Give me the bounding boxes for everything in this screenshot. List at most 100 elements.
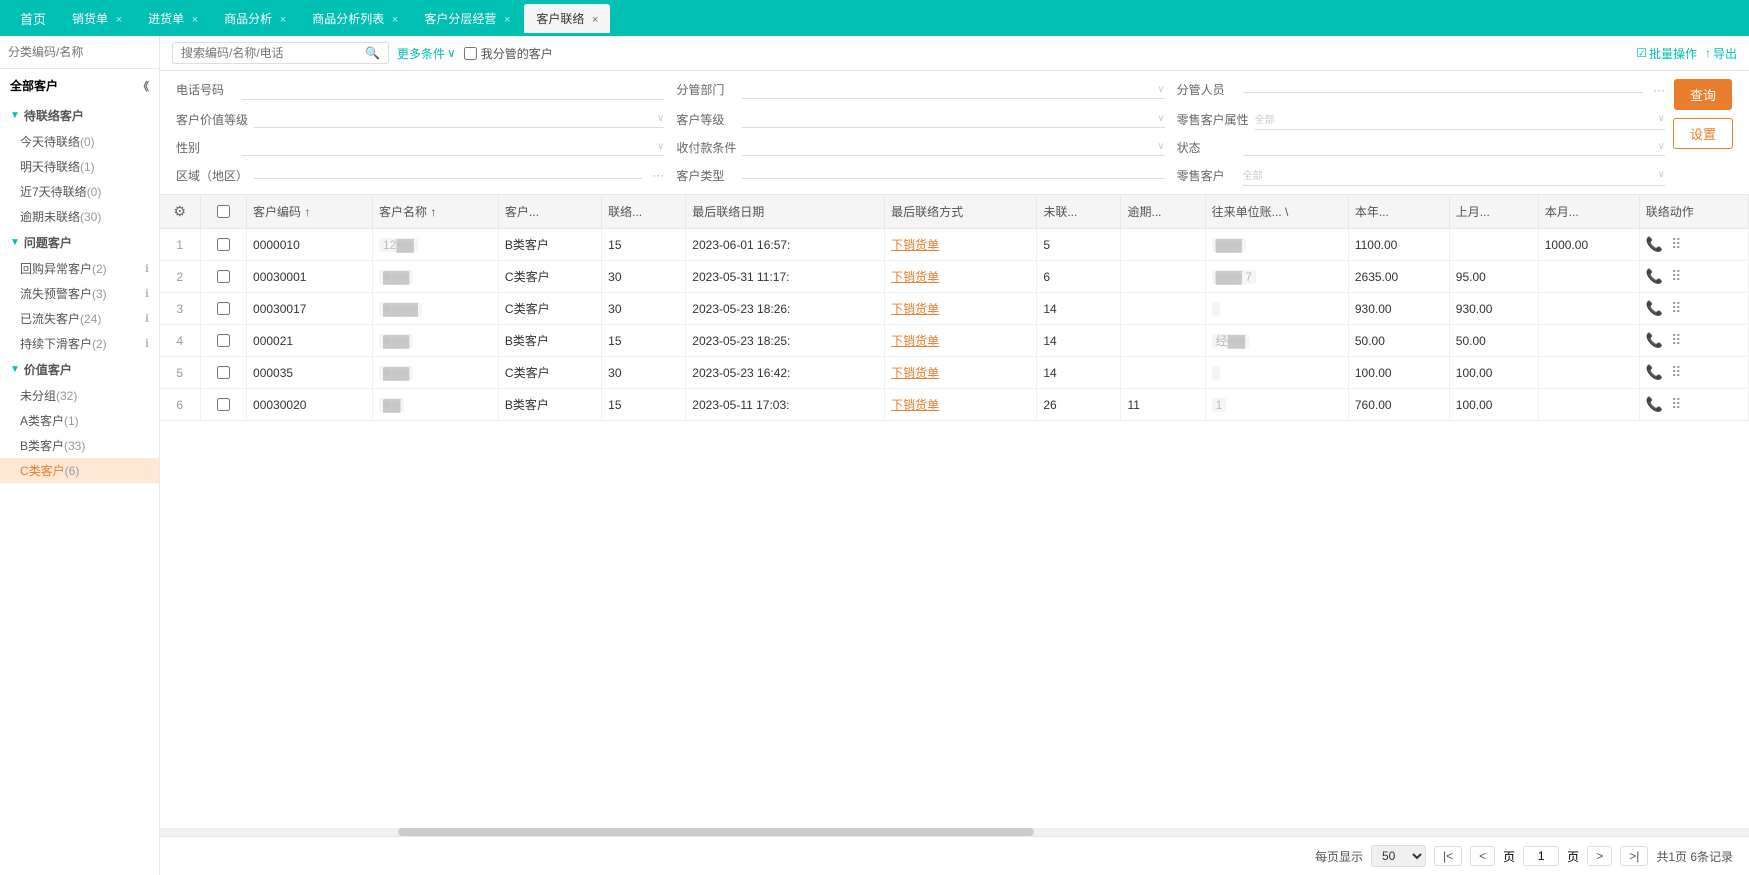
- query-button[interactable]: 查询: [1674, 79, 1732, 110]
- row-checkbox[interactable]: [217, 398, 230, 411]
- gender-label: 性别: [176, 139, 236, 156]
- phone-icon[interactable]: 📞: [1646, 364, 1663, 381]
- select-all-checkbox[interactable]: [217, 205, 230, 218]
- nav-product-analysis-list[interactable]: 商品分析列表 ×: [300, 4, 410, 33]
- prev-page-btn[interactable]: <: [1470, 846, 1495, 866]
- gear-icon[interactable]: ⚙: [173, 203, 186, 219]
- horizontal-scrollbar[interactable]: [160, 828, 1749, 836]
- my-customers-checkbox[interactable]: 我分管的客户: [464, 45, 553, 62]
- chevron-down-icon: ∨: [1658, 113, 1665, 124]
- last-page-btn[interactable]: >|: [1620, 846, 1648, 866]
- row-checkbox[interactable]: [217, 366, 230, 379]
- phone-icon[interactable]: 📞: [1646, 300, 1663, 317]
- area-select[interactable]: [254, 172, 642, 179]
- col-name[interactable]: 客户名称 ↑: [372, 195, 498, 229]
- sidebar-search-input[interactable]: [8, 45, 160, 59]
- cell-last-method: 下销货单: [885, 325, 1037, 357]
- payment-field: 收付款条件 ∨: [676, 138, 1164, 156]
- more-action-icon[interactable]: ⠿: [1671, 332, 1681, 349]
- more-action-icon[interactable]: ⠿: [1671, 236, 1681, 253]
- customer-type-select[interactable]: [742, 172, 1164, 179]
- scrollbar-thumb[interactable]: [398, 828, 1034, 836]
- col-this-year[interactable]: 本年...: [1348, 195, 1449, 229]
- sidebar-section-pending[interactable]: ▼ 待联络客户: [0, 102, 159, 129]
- cell-not-contacted: 26: [1037, 389, 1121, 421]
- row-checkbox[interactable]: [217, 270, 230, 283]
- cell-code: 00030001: [247, 261, 373, 293]
- phone-icon[interactable]: 📞: [1646, 332, 1663, 349]
- row-checkbox[interactable]: [217, 238, 230, 251]
- area-dots[interactable]: ···: [652, 168, 664, 182]
- more-action-icon[interactable]: ⠿: [1671, 364, 1681, 381]
- sidebar-item-abnormal-repurchase[interactable]: 回购异常客户(2) ℹ: [0, 256, 159, 281]
- settings-button[interactable]: 设置: [1673, 118, 1733, 149]
- nav-purchase-order[interactable]: 进货单 ×: [136, 4, 210, 33]
- retail-attr-select[interactable]: 全部 ∨: [1255, 108, 1665, 130]
- sidebar-item-overdue[interactable]: 逾期未联络(30): [0, 204, 159, 229]
- sidebar-search-box: 🔍: [0, 36, 159, 69]
- per-page-label: 每页显示: [1315, 848, 1363, 865]
- batch-ops-btn[interactable]: ☑ 批量操作: [1636, 45, 1697, 62]
- more-conditions-btn[interactable]: 更多条件 ∨: [397, 45, 456, 62]
- sidebar-item-tomorrow[interactable]: 明天待联络(1): [0, 154, 159, 179]
- page-size-select[interactable]: 50 100 200: [1371, 845, 1426, 867]
- nav-home[interactable]: 首页: [8, 3, 58, 34]
- sidebar-item-churn-warning[interactable]: 流失预警客户(3) ℹ: [0, 281, 159, 306]
- first-page-btn[interactable]: |<: [1434, 846, 1462, 866]
- adv-filter-row-3: 性别 ∨ 收付款条件 ∨: [176, 138, 1665, 156]
- sidebar-section-problem[interactable]: ▼ 问题客户: [0, 229, 159, 256]
- my-customers-check[interactable]: [464, 47, 477, 60]
- person-select[interactable]: [1243, 86, 1643, 93]
- status-select[interactable]: ∨: [1243, 138, 1665, 156]
- nav-product-analysis[interactable]: 商品分析 ×: [212, 4, 298, 33]
- col-code[interactable]: 客户编码 ↑: [247, 195, 373, 229]
- col-contact[interactable]: 联络...: [602, 195, 686, 229]
- phone-label: 电话号码: [176, 81, 236, 98]
- info-icon: ℹ: [145, 287, 149, 300]
- page-number-input[interactable]: [1523, 846, 1559, 866]
- sidebar-all-customers[interactable]: 全部客户 《: [0, 69, 159, 102]
- customer-grade-select[interactable]: ∨: [742, 110, 1164, 128]
- sidebar-item-declining[interactable]: 持续下滑客户(2) ℹ: [0, 331, 159, 356]
- phone-icon[interactable]: 📞: [1646, 268, 1663, 285]
- col-this-month[interactable]: 本月...: [1538, 195, 1639, 229]
- phone-icon[interactable]: 📞: [1646, 236, 1663, 253]
- dept-select[interactable]: ∨: [742, 81, 1164, 99]
- more-action-icon[interactable]: ⠿: [1671, 396, 1681, 413]
- sidebar-item-today[interactable]: 今天待联络(0): [0, 129, 159, 154]
- search-icon[interactable]: 🔍: [365, 46, 380, 60]
- retail-customer-select[interactable]: 全部 ∨: [1243, 164, 1665, 186]
- next-page-btn[interactable]: >: [1587, 846, 1612, 866]
- col-not-contacted[interactable]: 未联...: [1037, 195, 1121, 229]
- nav-customer-tier[interactable]: 客户分层经营 ×: [412, 4, 522, 33]
- table-row: 3 00030017 ▓▓▓▓ C类客户 30 2023-05-23 18:26…: [160, 293, 1749, 325]
- sidebar-item-churned[interactable]: 已流失客户(24) ℹ: [0, 306, 159, 331]
- col-overdue[interactable]: 逾期...: [1121, 195, 1205, 229]
- phone-input[interactable]: [242, 79, 664, 100]
- col-unit-history[interactable]: 往来单位账... \: [1205, 195, 1348, 229]
- sidebar-item-7days[interactable]: 近7天待联络(0): [0, 179, 159, 204]
- col-last-month[interactable]: 上月...: [1449, 195, 1538, 229]
- export-btn[interactable]: ↑ 导出: [1705, 45, 1737, 62]
- col-type[interactable]: 客户...: [498, 195, 601, 229]
- sidebar-item-class-b[interactable]: B类客户(33): [0, 433, 159, 458]
- sidebar-item-unclassified[interactable]: 未分组(32): [0, 383, 159, 408]
- search-input[interactable]: [181, 46, 361, 60]
- value-grade-select[interactable]: ∨: [254, 110, 664, 128]
- more-action-icon[interactable]: ⠿: [1671, 268, 1681, 285]
- gender-select[interactable]: ∨: [242, 138, 664, 156]
- nav-sales-order[interactable]: 销货单 ×: [60, 4, 134, 33]
- table-footer: 每页显示 50 100 200 |< < 页 页 > >| 共1页 6条记录: [160, 836, 1749, 875]
- sidebar-item-class-a[interactable]: A类客户(1): [0, 408, 159, 433]
- row-checkbox[interactable]: [217, 334, 230, 347]
- payment-select[interactable]: ∨: [742, 138, 1164, 156]
- sidebar-item-class-c[interactable]: C类客户(6): [0, 458, 159, 483]
- sidebar-section-value[interactable]: ▼ 价值客户: [0, 356, 159, 383]
- phone-icon[interactable]: 📞: [1646, 396, 1663, 413]
- col-last-method[interactable]: 最后联络方式: [885, 195, 1037, 229]
- row-checkbox[interactable]: [217, 302, 230, 315]
- more-action-icon[interactable]: ⠿: [1671, 300, 1681, 317]
- col-last-date[interactable]: 最后联络日期: [686, 195, 885, 229]
- person-dots[interactable]: ···: [1653, 83, 1665, 97]
- nav-customer-contact[interactable]: 客户联络 ×: [524, 4, 610, 33]
